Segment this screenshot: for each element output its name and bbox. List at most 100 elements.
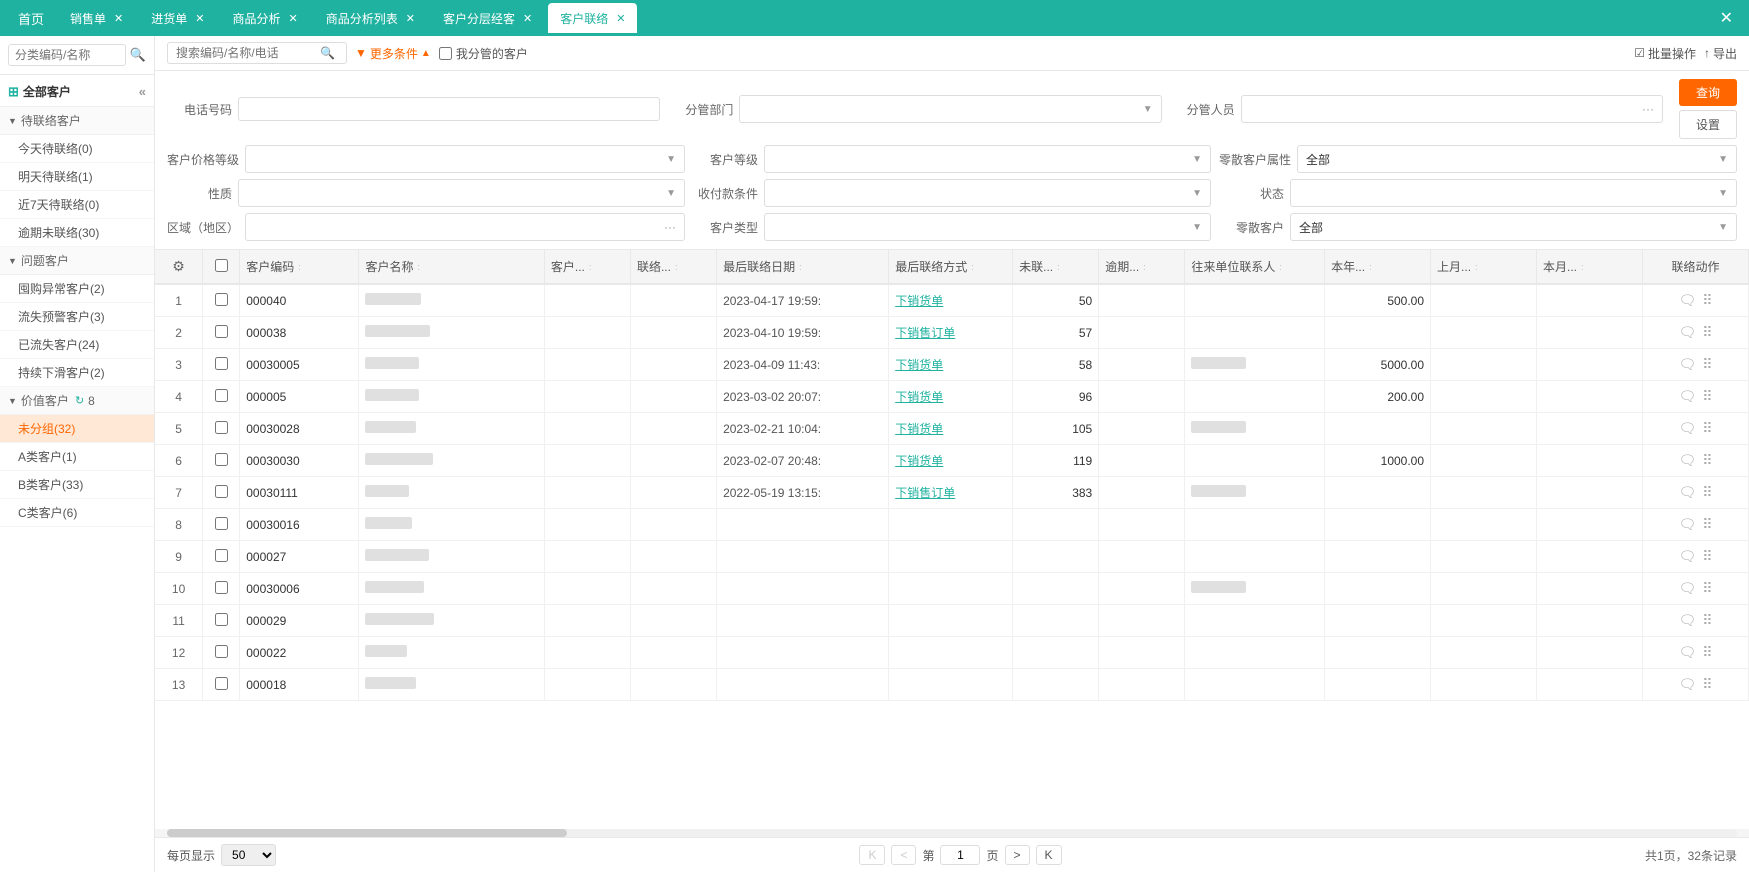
more-actions-icon[interactable]: ⠿ [1702,484,1712,501]
more-actions-icon[interactable]: ⠿ [1702,612,1712,629]
contact-phone-icon[interactable]: 🗨 [1678,612,1696,629]
search-icon[interactable]: 🔍 [320,46,335,60]
contact-phone-icon[interactable]: 🗨 [1678,676,1696,693]
th-settings[interactable]: ⚙ [155,250,203,284]
th-this-year[interactable]: 本年...: [1325,250,1431,284]
row-checkbox-cell[interactable] [203,669,240,701]
tab-customer-tier[interactable]: 客户分层经客 ✕ [431,3,544,33]
row-checkbox[interactable] [215,453,228,466]
row-checkbox-cell[interactable] [203,413,240,445]
row-checkbox[interactable] [215,549,228,562]
row-checkbox-cell[interactable] [203,477,240,509]
sidebar-item-tomorrow-pending[interactable]: 明天待联络(1) [0,163,154,191]
query-button[interactable]: 查询 [1679,79,1737,106]
row-checkbox[interactable] [215,293,228,306]
sidebar-item-class-a[interactable]: A类客户(1) [0,443,154,471]
row-checkbox[interactable] [215,421,228,434]
th-customer-type[interactable]: 客户...: [544,250,630,284]
sidebar-item-today-pending[interactable]: 今天待联络(0) [0,135,154,163]
contact-phone-icon[interactable]: 🗨 [1678,388,1696,405]
more-actions-icon[interactable]: ⠿ [1702,388,1712,405]
contact-phone-icon[interactable]: 🗨 [1678,548,1696,565]
row-checkbox[interactable] [215,485,228,498]
search-input[interactable] [176,46,316,60]
select-all-checkbox[interactable] [215,259,228,272]
contact-phone-icon[interactable]: 🗨 [1678,420,1696,437]
th-pending-days[interactable]: 未联...: [1013,250,1099,284]
more-actions-icon[interactable]: ⠿ [1702,324,1712,341]
more-conditions-button[interactable]: ▼ 更多条件 ▲ [355,45,431,62]
row-checkbox[interactable] [215,357,228,370]
last-way-link[interactable]: 下销售订单 [895,326,955,340]
row-checkbox-cell[interactable] [203,605,240,637]
retailattr-select[interactable]: 全部▼ [1297,145,1737,173]
th-last-contact-date[interactable]: 最后联络日期: [717,250,889,284]
first-page-button[interactable]: K [859,845,885,865]
contact-phone-icon[interactable]: 🗨 [1678,356,1696,373]
page-size-select[interactable]: 50 100 200 [221,844,276,866]
more-actions-icon[interactable]: ⠿ [1702,292,1712,309]
more-actions-icon[interactable]: ⠿ [1702,676,1712,693]
sidebar-item-week-pending[interactable]: 近7天待联络(0) [0,191,154,219]
last-way-link[interactable]: 下销货单 [895,454,943,468]
more-actions-icon[interactable]: ⠿ [1702,516,1712,533]
row-checkbox[interactable] [215,645,228,658]
more-actions-icon[interactable]: ⠿ [1702,644,1712,661]
sidebar-item-class-c[interactable]: C类客户(6) [0,499,154,527]
th-this-month[interactable]: 本月...: [1536,250,1642,284]
sidebar-collapse-icon[interactable]: « [139,84,146,99]
last-way-link[interactable]: 下销货单 [895,422,943,436]
page-input[interactable] [940,845,980,865]
row-checkbox[interactable] [215,325,228,338]
sidebar-search-icon[interactable]: 🔍 [130,47,146,63]
sidebar-item-churn-warning[interactable]: 流失预警客户(3) [0,303,154,331]
more-actions-icon[interactable]: ⠿ [1702,420,1712,437]
close-customer-tier-tab[interactable]: ✕ [523,12,532,25]
sidebar-item-abnormal-purchase[interactable]: 囤购异常客户(2) [0,275,154,303]
status-select[interactable]: ▼ [1290,179,1737,207]
sidebar-item-overdue-contact[interactable]: 逾期未联络(30) [0,219,154,247]
row-checkbox[interactable] [215,613,228,626]
next-page-button[interactable]: > [1005,845,1030,865]
tab-sales[interactable]: 销售单 ✕ [58,3,135,33]
th-contact[interactable]: 联络...: [630,250,716,284]
close-product-analysis-list-tab[interactable]: ✕ [406,12,415,25]
sidebar-item-churned[interactable]: 已流失客户(24) [0,331,154,359]
window-close-button[interactable]: ✕ [1712,4,1741,32]
scrollbar-thumb[interactable] [167,829,567,837]
customertype-select[interactable]: ▼ [764,213,1211,241]
phone-input[interactable] [238,97,660,121]
horizontal-scrollbar[interactable] [167,829,1737,837]
th-checkbox[interactable] [203,250,240,284]
tab-product-analysis-list[interactable]: 商品分析列表 ✕ [314,3,427,33]
more-actions-icon[interactable]: ⠿ [1702,580,1712,597]
all-customers-item[interactable]: ⊞ 全部客户 « [0,75,154,107]
prev-page-button[interactable]: < [891,845,916,865]
tab-product-analysis[interactable]: 商品分析 ✕ [220,3,309,33]
tab-purchase[interactable]: 进货单 ✕ [139,3,216,33]
my-customers-checkbox[interactable] [439,47,452,60]
staff-select[interactable]: ··· [1241,95,1663,123]
row-checkbox-cell[interactable] [203,541,240,573]
dept-select[interactable]: ▼ [739,95,1161,123]
contact-phone-icon[interactable]: 🗨 [1678,516,1696,533]
last-way-link[interactable]: 下销售订单 [895,486,955,500]
last-way-link[interactable]: 下销货单 [895,294,943,308]
th-overdue[interactable]: 逾期...: [1099,250,1185,284]
reset-button[interactable]: 设置 [1679,110,1737,139]
close-purchase-tab[interactable]: ✕ [195,12,204,25]
row-checkbox-cell[interactable] [203,317,240,349]
th-related-contacts[interactable]: 往来单位联系人: [1185,250,1325,284]
row-checkbox-cell[interactable] [203,284,240,317]
sidebar-item-declining[interactable]: 持续下滑客户(2) [0,359,154,387]
row-checkbox-cell[interactable] [203,509,240,541]
row-checkbox[interactable] [215,517,228,530]
batch-operation-button[interactable]: ☑ 批量操作 [1634,45,1696,62]
home-tab[interactable]: 首页 [8,5,54,32]
row-checkbox[interactable] [215,581,228,594]
category-search-input[interactable] [8,44,126,66]
row-checkbox-cell[interactable] [203,381,240,413]
my-customers-filter[interactable]: 我分管的客户 [439,45,528,62]
contact-phone-icon[interactable]: 🗨 [1678,452,1696,469]
th-customer-code[interactable]: 客户编码: [240,250,359,284]
